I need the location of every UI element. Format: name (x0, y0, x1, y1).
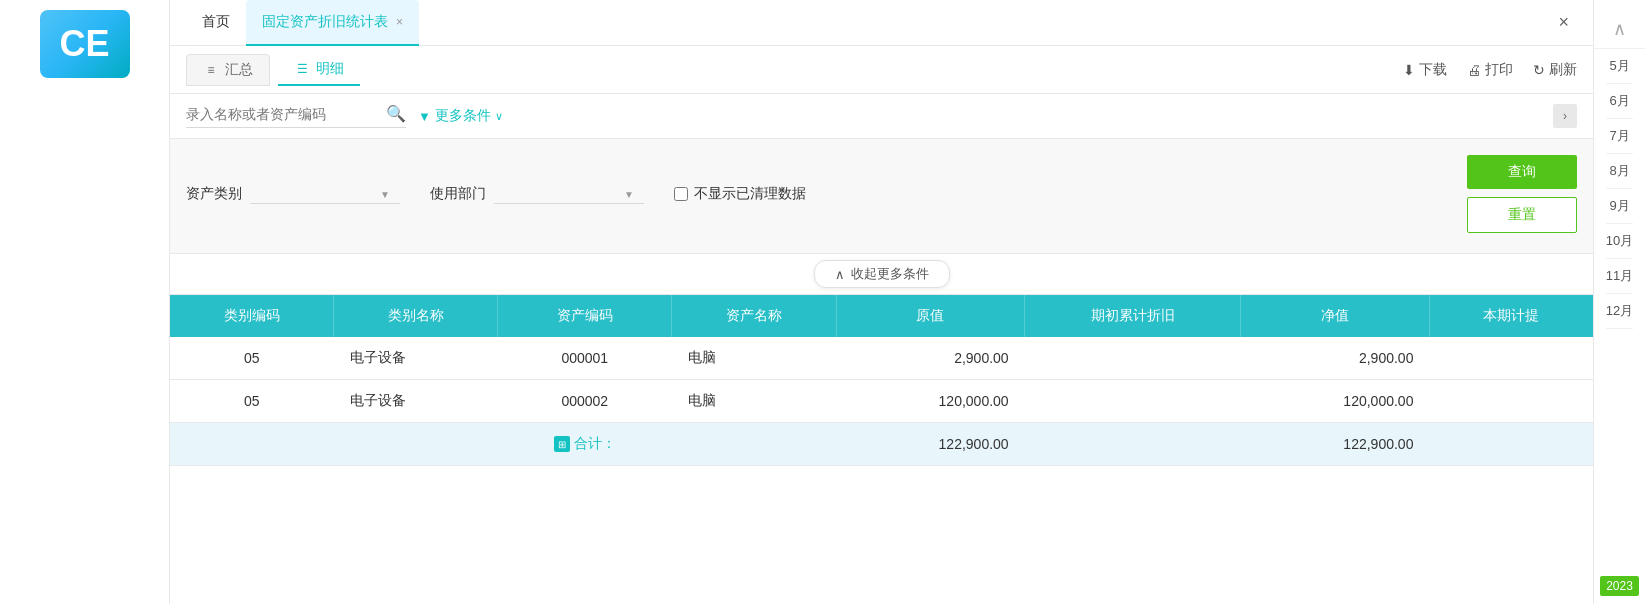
cell-original-value: 120,000.00 (836, 380, 1025, 423)
department-select[interactable] (494, 185, 644, 204)
month-item[interactable]: 11月 (1606, 259, 1633, 294)
collapse-button[interactable]: ∧ 收起更多条件 (814, 260, 950, 288)
tab-close-icon[interactable]: × (396, 15, 403, 29)
collapse-icon: ∧ (835, 267, 845, 282)
app-logo: CE (40, 10, 130, 78)
collapse-bar: ∧ 收起更多条件 (170, 254, 1593, 295)
col-asset-code: 资产编码 (498, 295, 672, 337)
total-net-value: 122,900.00 (1241, 423, 1430, 466)
asset-category-select[interactable] (250, 185, 400, 204)
total-row: ⊞ 合计： 122,900.00 122,900.00 (170, 423, 1593, 466)
month-item[interactable]: 5月 (1606, 49, 1633, 84)
tab-row: ≡ 汇总 ☰ 明细 ⬇ 下载 🖨 打印 ↻ 刷新 (170, 46, 1593, 94)
hide-cleared-checkbox[interactable] (674, 187, 688, 201)
cell-current-depreciation (1429, 337, 1593, 380)
home-tab[interactable]: 首页 (186, 0, 246, 46)
hide-cleared-filter: 不显示已清理数据 (674, 185, 806, 203)
print-icon: 🖨 (1467, 62, 1481, 78)
cell-asset-code: 000002 (498, 380, 672, 423)
cell-asset-code: 000001 (498, 337, 672, 380)
year-badge: 2023 (1600, 576, 1639, 596)
month-item[interactable]: 10月 (1606, 224, 1633, 259)
cell-original-value: 2,900.00 (836, 337, 1025, 380)
left-sidebar: CE (0, 0, 170, 604)
search-area: 🔍 ▼ 更多条件 ∨ › (170, 94, 1593, 139)
total-label: 合计： (574, 435, 616, 453)
nav-arrow-btn[interactable]: › (1553, 104, 1577, 128)
reset-button[interactable]: 重置 (1467, 197, 1577, 233)
filter-icon: ▼ (418, 109, 431, 124)
search-icon[interactable]: 🔍 (386, 104, 406, 123)
cell-asset-name: 电脑 (672, 380, 836, 423)
cell-category-name: 电子设备 (334, 337, 498, 380)
download-button[interactable]: ⬇ 下载 (1403, 61, 1447, 79)
cell-category-code: 05 (170, 380, 334, 423)
summary-icon: ≡ (203, 62, 219, 78)
month-item[interactable]: 8月 (1606, 154, 1633, 189)
filter-actions: 查询 重置 (1467, 155, 1577, 233)
download-icon: ⬇ (1403, 62, 1415, 78)
month-item[interactable]: 12月 (1606, 294, 1633, 329)
window-close-button[interactable]: × (1550, 8, 1577, 37)
chevron-down-icon: ∨ (495, 110, 503, 123)
cell-category-code: 05 (170, 337, 334, 380)
query-button[interactable]: 查询 (1467, 155, 1577, 189)
col-current-depreciation: 本期计提 (1429, 295, 1593, 337)
col-net-value: 净值 (1241, 295, 1430, 337)
print-button[interactable]: 🖨 打印 (1467, 61, 1513, 79)
cell-asset-name: 电脑 (672, 337, 836, 380)
col-original-value: 原值 (836, 295, 1025, 337)
month-nav-up[interactable]: ∧ (1594, 10, 1645, 49)
cell-current-depreciation (1429, 380, 1593, 423)
right-sidebar: ∧ 5月6月7月8月9月10月11月12月 2023 (1593, 0, 1645, 604)
department-filter: 使用部门 ▼ (430, 185, 634, 204)
more-conditions-btn[interactable]: ▼ 更多条件 ∨ (418, 107, 503, 125)
tab-detail[interactable]: ☰ 明细 (278, 54, 360, 86)
cell-accumulated-depreciation (1025, 380, 1241, 423)
search-input[interactable] (186, 106, 380, 122)
col-category-name: 类别名称 (334, 295, 498, 337)
data-table: 类别编码 类别名称 资产编码 资产名称 原值 期初累计折旧 净值 本期计提 05… (170, 295, 1593, 466)
main-content: 首页 固定资产折旧统计表 × × ≡ 汇总 ☰ 明细 ⬇ 下载 🖨 打印 (170, 0, 1593, 604)
refresh-button[interactable]: ↻ 刷新 (1533, 61, 1577, 79)
total-accumulated-depreciation (1025, 423, 1241, 466)
detail-icon: ☰ (294, 61, 310, 77)
total-icon: ⊞ (554, 436, 570, 452)
total-current-depreciation (1429, 423, 1593, 466)
asset-category-filter: 资产类别 ▼ (186, 185, 390, 204)
cell-category-name: 电子设备 (334, 380, 498, 423)
tab-summary[interactable]: ≡ 汇总 (186, 54, 270, 86)
col-category-code: 类别编码 (170, 295, 334, 337)
cell-accumulated-depreciation (1025, 337, 1241, 380)
table-header-row: 类别编码 类别名称 资产编码 资产名称 原值 期初累计折旧 净值 本期计提 (170, 295, 1593, 337)
refresh-icon: ↻ (1533, 62, 1545, 78)
month-item[interactable]: 9月 (1606, 189, 1633, 224)
search-field: 🔍 (186, 104, 406, 128)
active-tab[interactable]: 固定资产折旧统计表 × (246, 0, 419, 46)
cell-net-value: 120,000.00 (1241, 380, 1430, 423)
total-original-value: 122,900.00 (836, 423, 1025, 466)
table-row: 05 电子设备 000002 电脑 120,000.00 120,000.00 (170, 380, 1593, 423)
month-item[interactable]: 7月 (1606, 119, 1633, 154)
table-container: 类别编码 类别名称 资产编码 资产名称 原值 期初累计折旧 净值 本期计提 05… (170, 295, 1593, 604)
table-row: 05 电子设备 000001 电脑 2,900.00 2,900.00 (170, 337, 1593, 380)
month-item[interactable]: 6月 (1606, 84, 1633, 119)
cell-net-value: 2,900.00 (1241, 337, 1430, 380)
toolbar-actions: ⬇ 下载 🖨 打印 ↻ 刷新 (1403, 61, 1577, 79)
advanced-filter: 资产类别 ▼ 使用部门 ▼ 不显示已清理数据 查询 重置 (170, 139, 1593, 254)
top-bar: 首页 固定资产折旧统计表 × × (170, 0, 1593, 46)
col-accumulated-depreciation: 期初累计折旧 (1025, 295, 1241, 337)
col-asset-name: 资产名称 (672, 295, 836, 337)
